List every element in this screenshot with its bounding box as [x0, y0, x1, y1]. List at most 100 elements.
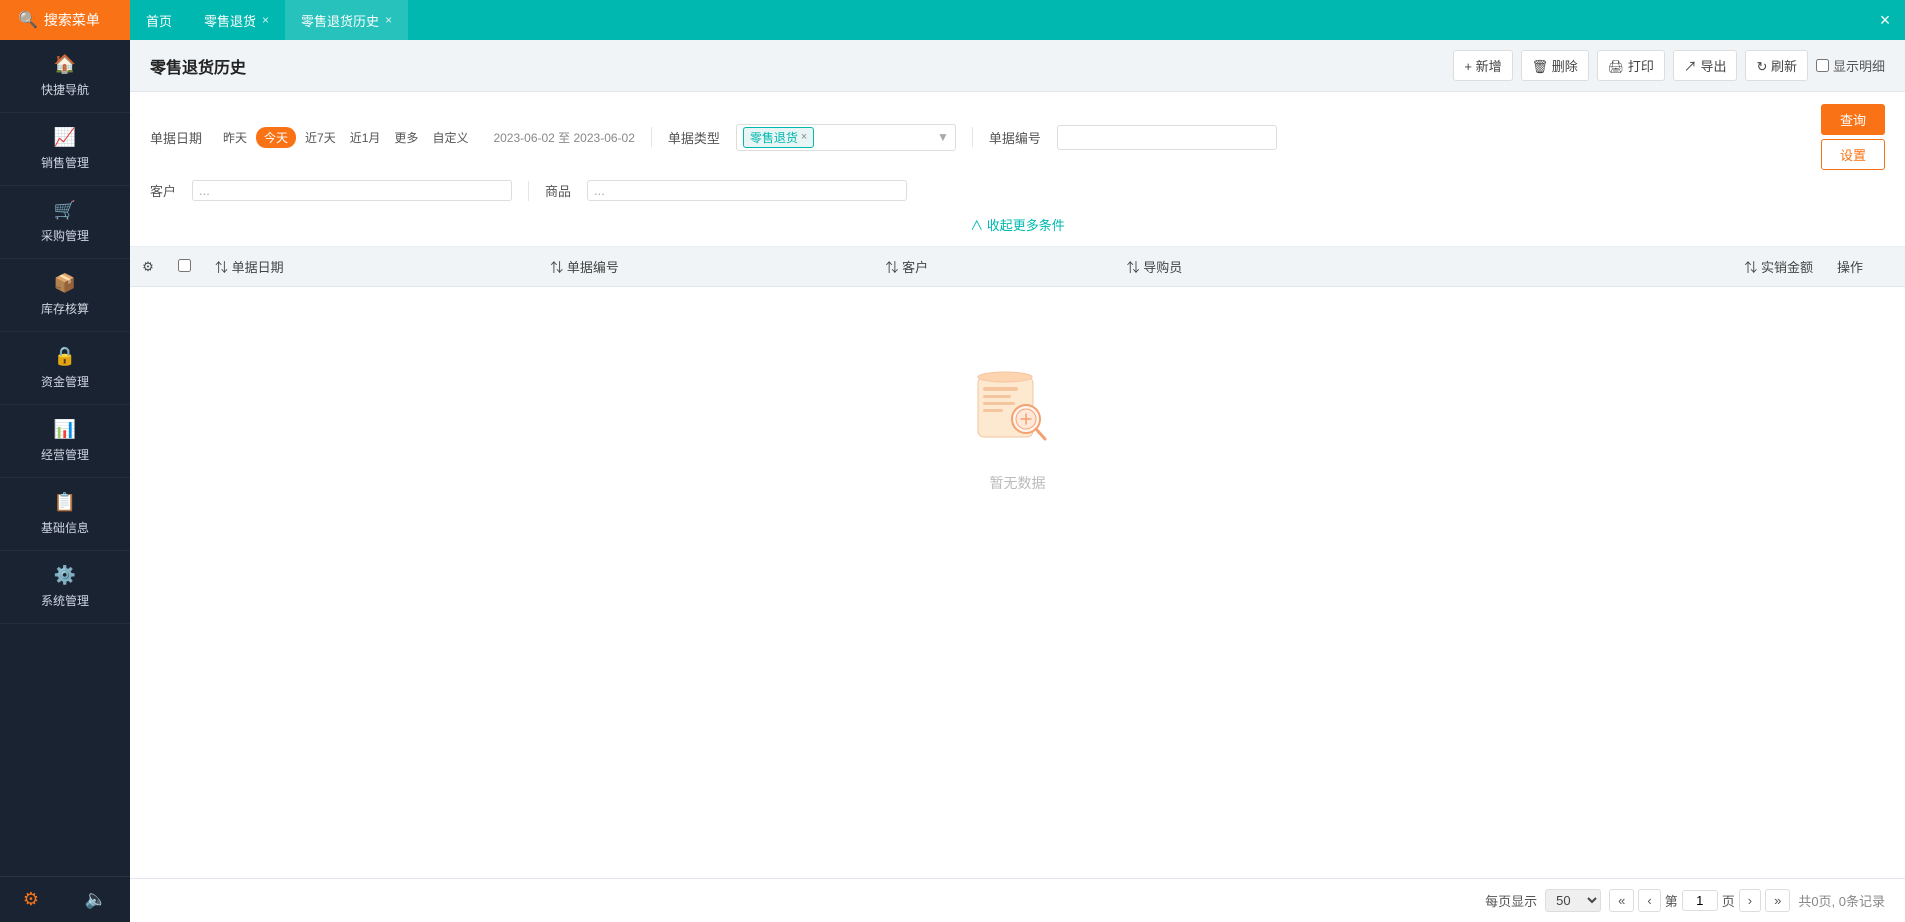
- sidebar-item-finance[interactable]: 🔒 资金管理: [0, 332, 130, 405]
- separator-2: [972, 127, 973, 147]
- show-detail-text: 显示明细: [1833, 56, 1885, 75]
- doc-type-dropdown-arrow[interactable]: ▼: [937, 130, 949, 144]
- doc-type-label: 单据类型: [668, 128, 720, 147]
- tab-label-retail-return-history: 零售退货历史: [301, 11, 379, 30]
- sidebar-item-quick-nav[interactable]: 🏠 快捷导航: [0, 40, 130, 113]
- tabs-container: 首页 零售退货 × 零售退货历史 ×: [130, 0, 408, 40]
- sidebar-item-sales[interactable]: 📈 销售管理: [0, 113, 130, 186]
- sidebar-items: 🏠 快捷导航 📈 销售管理 🛒 采购管理 📦 库存核算 🔒 资金管理 📊 经营管…: [0, 40, 130, 624]
- window-close-btn[interactable]: ×: [1865, 0, 1905, 40]
- filter-row-1: 单据日期 昨天今天近7天近1月更多自定义 2023-06-02 至 2023-0…: [150, 104, 1885, 170]
- select-all-checkbox[interactable]: [178, 259, 191, 272]
- th-settings[interactable]: ⚙: [130, 247, 166, 287]
- date-range: 2023-06-02 至 2023-06-02: [493, 129, 634, 146]
- export-btn[interactable]: ↗ 导出: [1673, 50, 1738, 81]
- empty-state: 暂无数据: [130, 287, 1905, 573]
- th-guide[interactable]: ⇅ 导购员: [1115, 247, 1403, 287]
- tab-label-home: 首页: [146, 11, 172, 30]
- tab-home[interactable]: 首页: [130, 0, 188, 40]
- sidebar-label-sales: 销售管理: [41, 154, 89, 171]
- pagination-bar: 每页显示 102050100 « ‹ 第 页 › » 共0页, 0条记录: [130, 878, 1905, 922]
- date-opt-1[interactable]: 今天: [256, 127, 296, 148]
- page-header: 零售退货历史 + 新增 🗑 删除 🖨 打印 ↗ 导出 ↻ 刷新 显示明细: [130, 40, 1905, 92]
- th-amount[interactable]: ⇅ 实销金额: [1490, 247, 1825, 287]
- sidebar-audio-icon[interactable]: 🔈: [85, 889, 107, 910]
- th-actions: 操作: [1825, 247, 1905, 287]
- sidebar-icon-finance: 🔒: [54, 346, 76, 367]
- sidebar-label-quick-nav: 快捷导航: [41, 81, 89, 98]
- date-opt-0[interactable]: 昨天: [218, 127, 252, 148]
- table-header-row: ⚙ ⇅ 单据日期 ⇅ 单据编号 ⇅ 客户 ⇅ 导购员 ⇅ 实销金额 操作: [130, 247, 1905, 287]
- sidebar-icon-operation: 📊: [54, 419, 76, 440]
- sidebar-icon-quick-nav: 🏠: [54, 54, 76, 75]
- tab-label-retail-return: 零售退货: [204, 11, 256, 30]
- query-btn[interactable]: 查询: [1821, 104, 1885, 135]
- th-customer-label: ⇅ 客户: [886, 260, 929, 275]
- th-date[interactable]: ⇅ 单据日期: [203, 247, 538, 287]
- date-opt-2[interactable]: 近7天: [300, 127, 341, 148]
- th-customer[interactable]: ⇅ 客户: [874, 247, 1115, 287]
- page-label: 第: [1665, 891, 1678, 910]
- th-number[interactable]: ⇅ 单据编号: [538, 247, 873, 287]
- date-opt-4[interactable]: 更多: [389, 127, 423, 148]
- page-nav: « ‹ 第 页 › »: [1609, 889, 1790, 912]
- search-menu-btn[interactable]: 🔍 搜索菜单: [0, 0, 130, 40]
- sidebar-item-operation[interactable]: 📊 经营管理: [0, 405, 130, 478]
- empty-illustration: [968, 367, 1058, 447]
- set-btn[interactable]: 设置: [1821, 139, 1885, 170]
- tab-retail-return[interactable]: 零售退货 ×: [188, 0, 285, 40]
- collapse-bar[interactable]: ∧ 收起更多条件: [150, 211, 1885, 242]
- sidebar-label-finance: 资金管理: [41, 373, 89, 390]
- sidebar: 🏠 快捷导航 📈 销售管理 🛒 采购管理 📦 库存核算 🔒 资金管理 📊 经营管…: [0, 40, 130, 922]
- doc-type-tag-close[interactable]: ×: [801, 131, 807, 143]
- last-page-btn[interactable]: »: [1765, 889, 1790, 912]
- tab-close-retail-return[interactable]: ×: [262, 13, 269, 27]
- doc-number-input[interactable]: [1057, 125, 1277, 150]
- sidebar-item-purchase[interactable]: 🛒 采购管理: [0, 186, 130, 259]
- goods-input[interactable]: ...: [587, 180, 907, 201]
- th-checkbox[interactable]: [166, 247, 203, 287]
- doc-type-input[interactable]: 零售退货 × ▼: [736, 124, 956, 151]
- customer-placeholder: ...: [199, 183, 210, 198]
- delete-btn[interactable]: 🗑 删除: [1521, 50, 1589, 81]
- date-opt-5[interactable]: 自定义: [427, 127, 473, 148]
- show-detail-label[interactable]: 显示明细: [1816, 56, 1885, 75]
- sidebar-item-system[interactable]: ⚙️ 系统管理: [0, 551, 130, 624]
- date-opt-3[interactable]: 近1月: [345, 127, 386, 148]
- filter-row-2: 客户 ... 商品 ...: [150, 180, 1885, 201]
- page-number-input[interactable]: [1682, 890, 1718, 911]
- total-info: 共0页, 0条记录: [1798, 891, 1885, 910]
- prev-page-btn[interactable]: ‹: [1638, 889, 1660, 912]
- th-amount-label: ⇅ 实销金额: [1744, 260, 1813, 275]
- sidebar-icon-basic: 📋: [54, 492, 76, 513]
- empty-icon: [968, 367, 1068, 457]
- goods-placeholder: ...: [594, 183, 605, 198]
- refresh-btn[interactable]: ↻ 刷新: [1745, 50, 1808, 81]
- doc-type-tag: 零售退货 ×: [743, 127, 814, 148]
- next-page-btn[interactable]: ›: [1739, 889, 1761, 912]
- sidebar-item-basic[interactable]: 📋 基础信息: [0, 478, 130, 551]
- tab-close-retail-return-history[interactable]: ×: [385, 13, 392, 27]
- date-options: 昨天今天近7天近1月更多自定义: [218, 127, 473, 148]
- page-size-label: 每页显示: [1485, 891, 1537, 910]
- show-detail-checkbox[interactable]: [1816, 59, 1829, 72]
- data-table: ⚙ ⇅ 单据日期 ⇅ 单据编号 ⇅ 客户 ⇅ 导购员 ⇅ 实销金额 操作: [130, 247, 1905, 573]
- sidebar-item-inventory[interactable]: 📦 库存核算: [0, 259, 130, 332]
- header-actions: + 新增 🗑 删除 🖨 打印 ↗ 导出 ↻ 刷新 显示明细: [1453, 50, 1885, 81]
- print-btn[interactable]: 🖨 打印: [1597, 50, 1665, 81]
- search-icon: 🔍: [18, 10, 38, 30]
- page-size-select[interactable]: 102050100: [1545, 889, 1601, 912]
- first-page-btn[interactable]: «: [1609, 889, 1634, 912]
- filter-action-btns: 查询 设置: [1821, 104, 1885, 170]
- tab-retail-return-history[interactable]: 零售退货历史 ×: [285, 0, 408, 40]
- separator-1: [651, 127, 652, 147]
- th-number-label: ⇅ 单据编号: [550, 260, 619, 275]
- add-btn[interactable]: + 新增: [1453, 50, 1512, 81]
- collapse-label: ∧ 收起更多条件: [970, 215, 1065, 234]
- sidebar-label-purchase: 采购管理: [41, 227, 89, 244]
- content-area: 零售退货历史 + 新增 🗑 删除 🖨 打印 ↗ 导出 ↻ 刷新 显示明细 单据日…: [130, 40, 1905, 922]
- customer-input[interactable]: ...: [192, 180, 512, 201]
- sidebar-icon-system: ⚙️: [54, 565, 76, 586]
- sidebar-settings-icon[interactable]: ⚙: [23, 889, 39, 910]
- sidebar-label-system: 系统管理: [41, 592, 89, 609]
